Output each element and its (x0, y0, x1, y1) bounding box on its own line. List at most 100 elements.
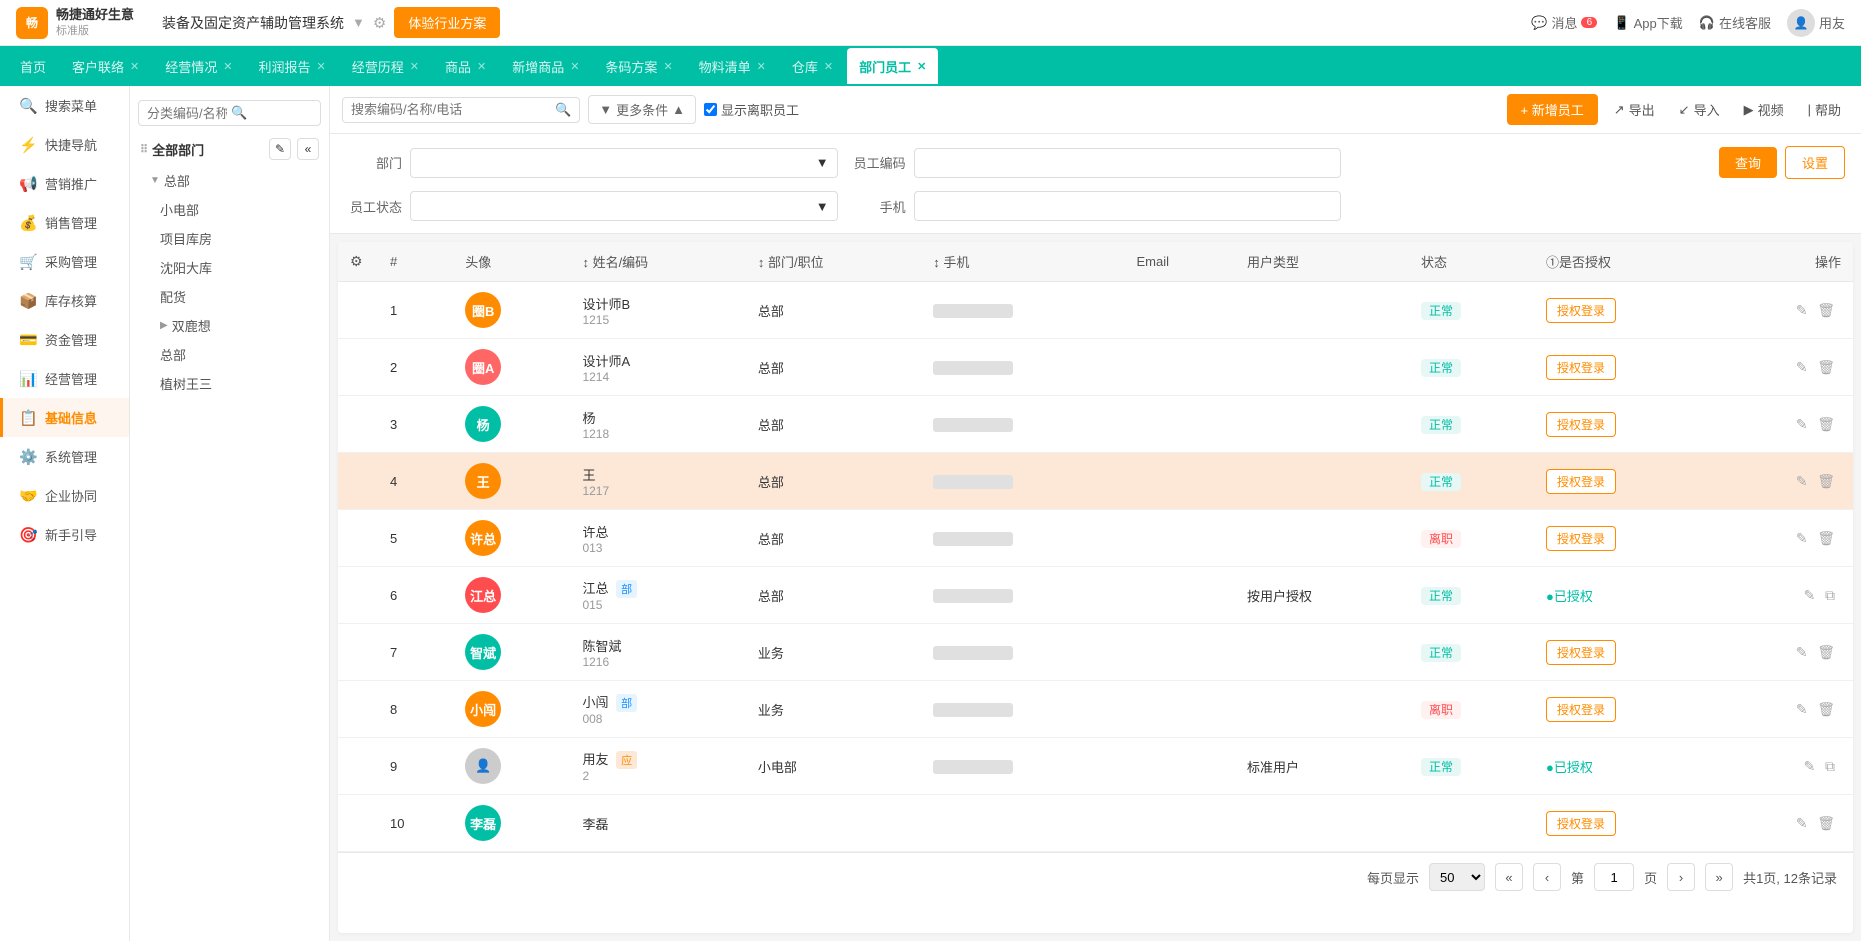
auth-btn-5[interactable]: 授权登录 (1546, 526, 1616, 551)
last-page-btn[interactable]: » (1705, 863, 1733, 891)
tab-barcode[interactable]: 条码方案 ✕ (593, 48, 684, 84)
empstatus-select[interactable]: ▼ (410, 191, 838, 221)
dept-tree-project[interactable]: 项目库房 (130, 224, 329, 253)
delete-icon-5[interactable]: 🗑 (1817, 530, 1835, 546)
filter-more-btn[interactable]: ▼ 更多条件 ▲ (588, 95, 696, 124)
show-resigned-checkbox-wrap[interactable]: 显示离职员工 (704, 100, 799, 119)
tab-customer-close[interactable]: ✕ (130, 60, 139, 73)
sidebar-item-basics[interactable]: 📋 基础信息 (0, 398, 129, 437)
edit-icon-8[interactable]: ✎ (1796, 701, 1808, 717)
edit-icon-4[interactable]: ✎ (1796, 473, 1808, 489)
show-resigned-checkbox[interactable] (704, 103, 717, 116)
tab-employees[interactable]: 部门员工 ✕ (847, 48, 938, 84)
search-btn-icon[interactable]: 🔍 (555, 102, 571, 118)
sidebar-item-quicknav[interactable]: ⚡ 快捷导航 (0, 125, 129, 164)
reset-btn[interactable]: 设置 (1785, 146, 1845, 179)
tab-profit-close[interactable]: ✕ (317, 60, 326, 73)
query-btn[interactable]: 查询 (1719, 147, 1777, 178)
sidebar-item-inventory[interactable]: 📦 库存核算 (0, 281, 129, 320)
sidebar-item-marketing[interactable]: 📢 营销推广 (0, 164, 129, 203)
delete-icon-7[interactable]: 🗑 (1817, 644, 1835, 660)
dropdown-arrow-icon[interactable]: ▼ (352, 15, 365, 30)
search-input[interactable] (351, 102, 551, 117)
sidebar-item-purchase[interactable]: 🛒 采购管理 (0, 242, 129, 281)
tab-warehouse-close[interactable]: ✕ (824, 60, 833, 73)
sidebar-item-guide[interactable]: 🎯 新手引导 (0, 515, 129, 554)
edit-icon-9[interactable]: ✎ (1804, 758, 1816, 774)
delete-icon-8[interactable]: 🗑 (1817, 701, 1835, 717)
app-download-btn[interactable]: 📱 App下载 (1613, 13, 1682, 32)
dept-tree-shuanglu[interactable]: ▶ 双鹿想 (130, 311, 329, 340)
auth-btn-8[interactable]: 授权登录 (1546, 697, 1616, 722)
auth-btn-3[interactable]: 授权登录 (1546, 412, 1616, 437)
import-btn[interactable]: ↙ 导入 (1671, 96, 1728, 123)
dept-tree-zhishu[interactable]: 植树王三 (130, 369, 329, 398)
help-btn[interactable]: | 帮助 (1800, 96, 1849, 123)
per-page-select[interactable]: 50 100 (1429, 863, 1485, 891)
auth-btn-10[interactable]: 授权登录 (1546, 811, 1616, 836)
trial-button[interactable]: 体验行业方案 (394, 7, 500, 38)
delete-icon-2[interactable]: 🗑 (1817, 359, 1835, 375)
settings-col-icon[interactable]: ⚙ (350, 253, 363, 269)
delete-icon-4[interactable]: 🗑 (1817, 473, 1835, 489)
auth-btn-2[interactable]: 授权登录 (1546, 355, 1616, 380)
edit-icon-5[interactable]: ✎ (1796, 530, 1808, 546)
dept-tree-shenyang[interactable]: 沈阳大库 (130, 253, 329, 282)
edit-icon-10[interactable]: ✎ (1796, 815, 1808, 831)
tab-material-close[interactable]: ✕ (757, 60, 766, 73)
edit-icon-3[interactable]: ✎ (1796, 416, 1808, 432)
edit-icon-2[interactable]: ✎ (1796, 359, 1808, 375)
settings-icon[interactable]: ⚙ (373, 14, 386, 32)
dept-collapse-icon[interactable]: « (297, 138, 319, 160)
tab-barcode-close[interactable]: ✕ (663, 60, 672, 73)
auth-btn-1[interactable]: 授权登录 (1546, 298, 1616, 323)
add-employee-btn[interactable]: + 新增员工 (1507, 94, 1598, 125)
online-service-btn[interactable]: 🎧 在线客服 (1699, 13, 1771, 32)
sidebar-item-collab[interactable]: 🤝 企业协同 (0, 476, 129, 515)
auth-btn-4[interactable]: 授权登录 (1546, 469, 1616, 494)
copy-icon-9[interactable]: ⧉ (1825, 758, 1835, 774)
col-name-code[interactable]: ↕ 姓名/编码 (570, 242, 745, 282)
dept-edit-icon[interactable]: ✎ (269, 138, 291, 160)
sidebar-item-operations[interactable]: 📊 经营管理 (0, 359, 129, 398)
dept-tree-xiaodian[interactable]: 小电部 (130, 195, 329, 224)
auth-btn-7[interactable]: 授权登录 (1546, 640, 1616, 665)
edit-icon-7[interactable]: ✎ (1796, 644, 1808, 660)
page-number-input[interactable] (1594, 863, 1634, 891)
prev-page-btn[interactable]: ‹ (1533, 863, 1561, 891)
tab-new-goods[interactable]: 新增商品 ✕ (500, 48, 591, 84)
tab-home[interactable]: 首页 (8, 48, 58, 84)
empcode-input[interactable] (914, 148, 1342, 178)
tab-profit[interactable]: 利润报告 ✕ (246, 48, 337, 84)
next-page-btn[interactable]: › (1667, 863, 1695, 891)
delete-icon-1[interactable]: 🗑 (1817, 302, 1835, 318)
dept-tree-peihuo[interactable]: 配货 (130, 282, 329, 311)
user-btn[interactable]: 👤 用友 (1787, 9, 1845, 37)
tab-material[interactable]: 物料清单 ✕ (687, 48, 778, 84)
sidebar-item-finance[interactable]: 💳 资金管理 (0, 320, 129, 359)
sidebar-item-system[interactable]: ⚙️ 系统管理 (0, 437, 129, 476)
tab-process[interactable]: 经营历程 ✕ (340, 48, 431, 84)
tab-process-close[interactable]: ✕ (410, 60, 419, 73)
tab-customer[interactable]: 客户联络 ✕ (60, 48, 151, 84)
tab-goods-close[interactable]: ✕ (477, 60, 486, 73)
tab-warehouse[interactable]: 仓库 ✕ (780, 48, 845, 84)
dept-filter-select[interactable]: ▼ (410, 148, 838, 178)
col-phone[interactable]: ↕ 手机 (921, 242, 1124, 282)
message-btn[interactable]: 💬 消息 6 (1531, 13, 1597, 32)
dept-tree-zongbu[interactable]: 总部 (130, 340, 329, 369)
edit-icon-1[interactable]: ✎ (1796, 302, 1808, 318)
tab-goods[interactable]: 商品 ✕ (433, 48, 498, 84)
col-dept-pos[interactable]: ↕ 部门/职位 (746, 242, 921, 282)
tab-new-goods-close[interactable]: ✕ (570, 60, 579, 73)
first-page-btn[interactable]: « (1495, 863, 1523, 891)
tab-employees-close[interactable]: ✕ (917, 60, 926, 73)
dept-tree-root[interactable]: ▼ 总部 (130, 166, 329, 195)
export-btn[interactable]: ↗ 导出 (1606, 96, 1663, 123)
view-btn[interactable]: ▶ 视频 (1736, 96, 1792, 123)
edit-icon-6[interactable]: ✎ (1804, 587, 1816, 603)
sidebar-item-sales[interactable]: 💰 销售管理 (0, 203, 129, 242)
tab-business-close[interactable]: ✕ (223, 60, 232, 73)
copy-icon-6[interactable]: ⧉ (1825, 587, 1835, 603)
phone-input[interactable] (914, 191, 1342, 221)
